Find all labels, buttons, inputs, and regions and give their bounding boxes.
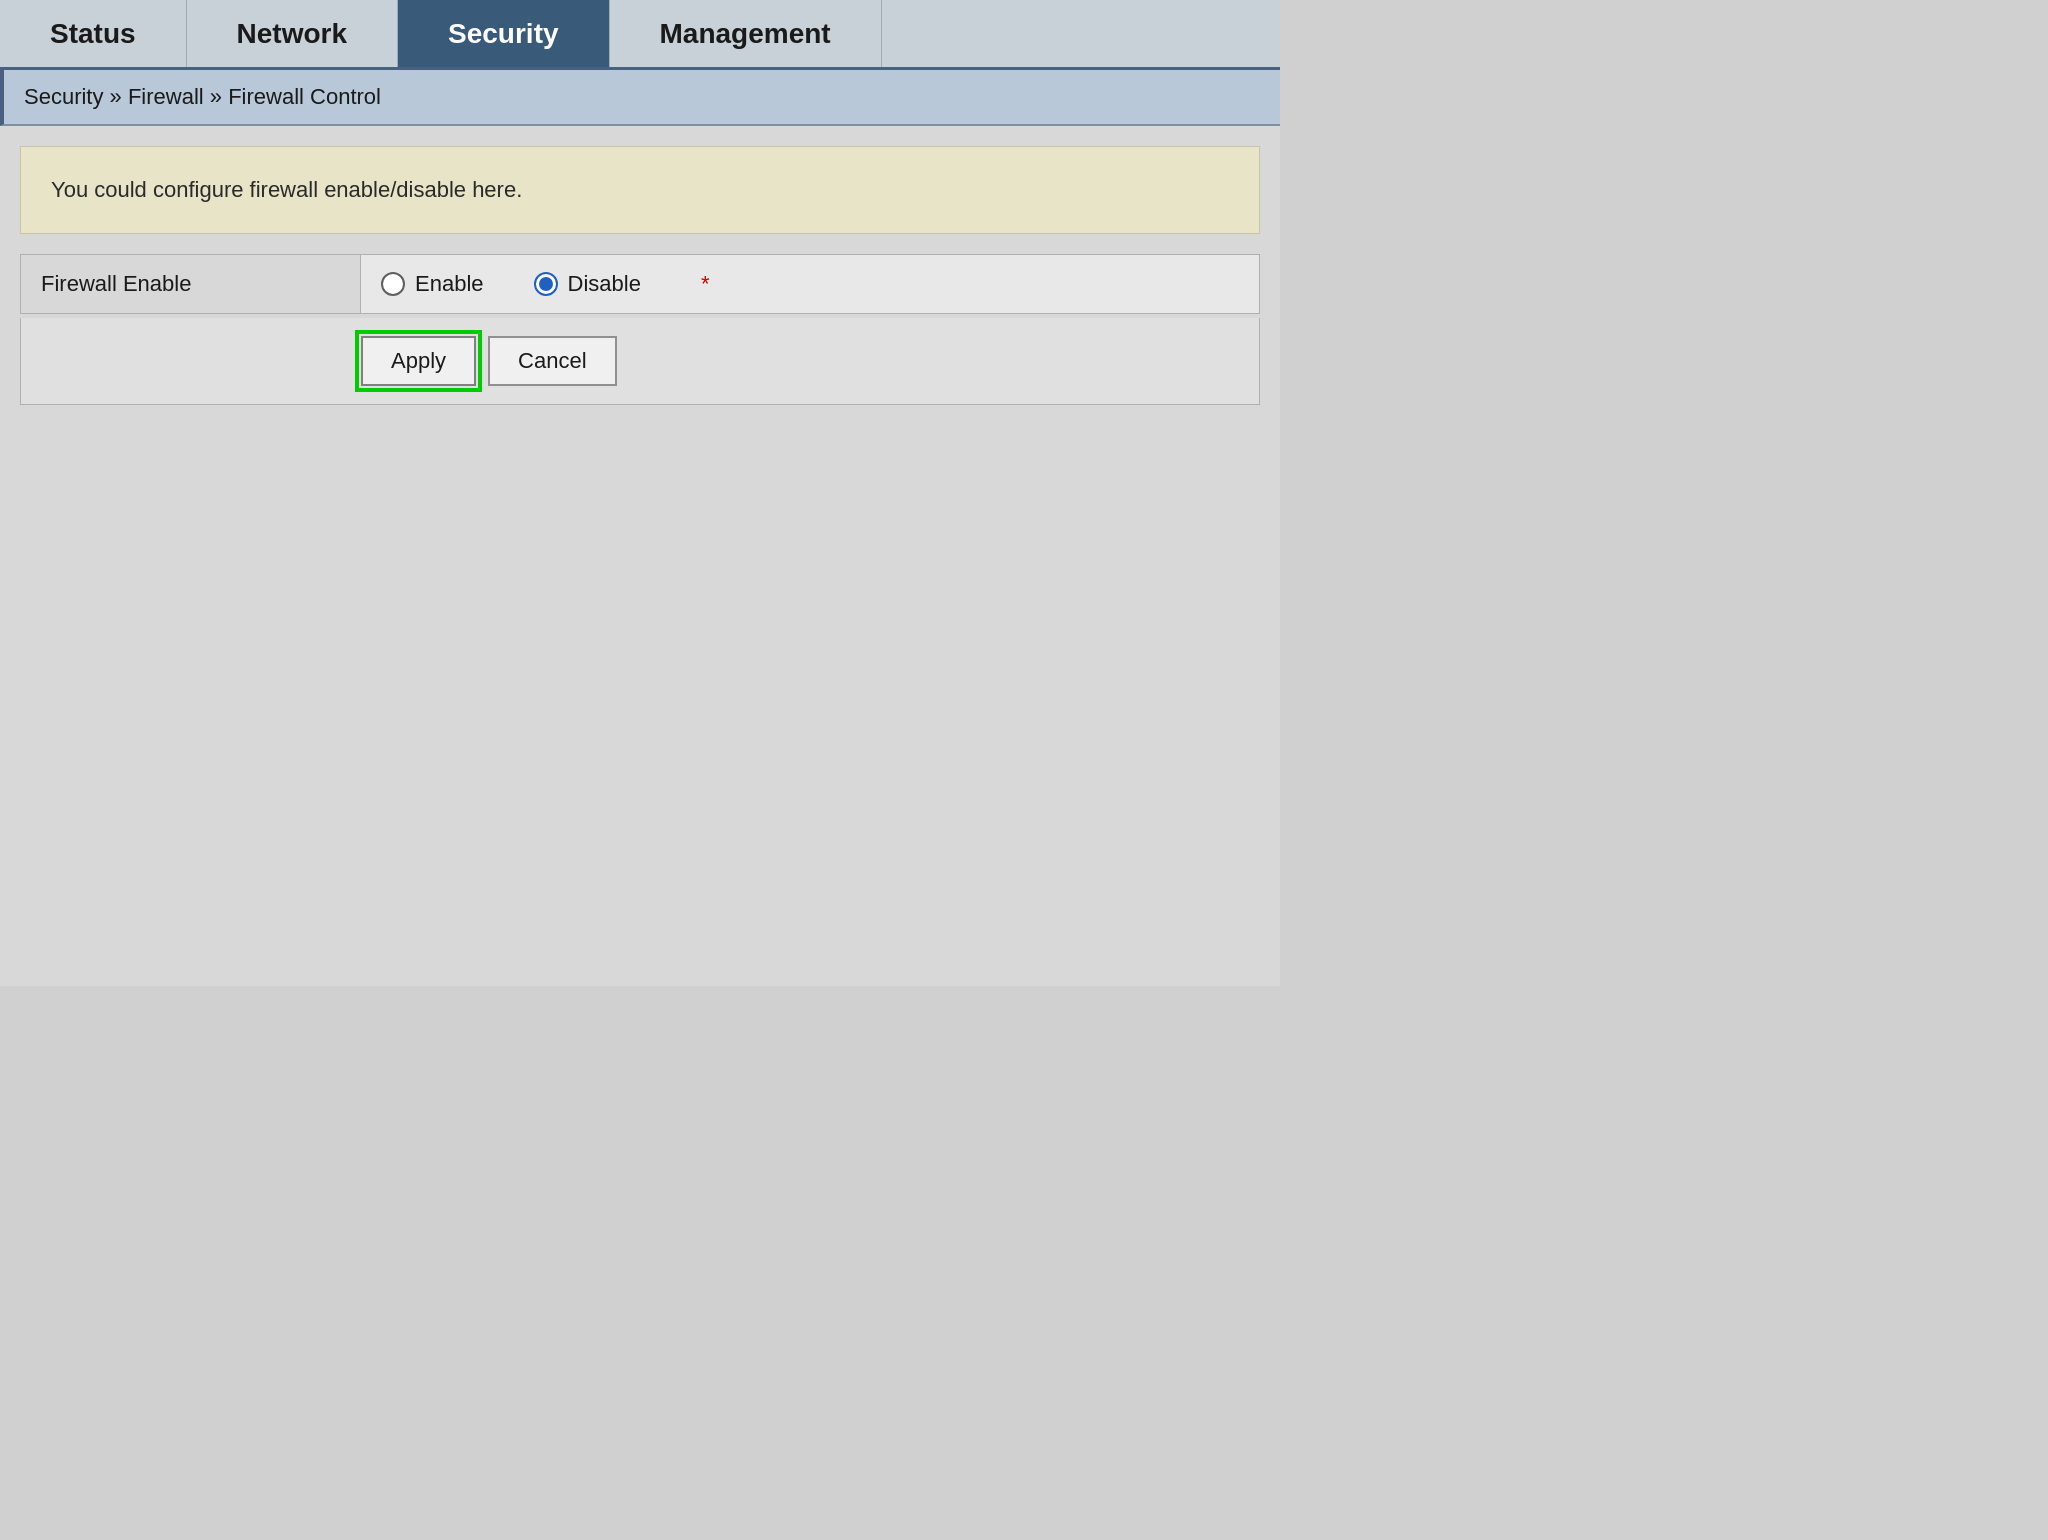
- required-indicator: *: [701, 271, 710, 297]
- tab-status[interactable]: Status: [0, 0, 187, 67]
- nav-bar: Status Network Security Management: [0, 0, 1280, 70]
- disable-radio[interactable]: [534, 272, 558, 296]
- tab-management[interactable]: Management: [610, 0, 882, 67]
- tab-network[interactable]: Network: [187, 0, 398, 67]
- disable-label: Disable: [568, 271, 641, 297]
- disable-option[interactable]: Disable: [534, 271, 641, 297]
- apply-button[interactable]: Apply: [361, 336, 476, 386]
- table-row: Firewall Enable Enable Disable *: [21, 255, 1260, 314]
- cancel-button[interactable]: Cancel: [488, 336, 616, 386]
- form-table: Firewall Enable Enable Disable *: [20, 254, 1260, 314]
- radio-group: Enable Disable *: [381, 271, 1239, 297]
- enable-radio[interactable]: [381, 272, 405, 296]
- buttons-row: Apply Cancel: [20, 318, 1260, 405]
- enable-option[interactable]: Enable: [381, 271, 484, 297]
- info-box: You could configure firewall enable/disa…: [20, 146, 1260, 234]
- firewall-enable-value: Enable Disable *: [361, 255, 1260, 314]
- breadcrumb: Security » Firewall » Firewall Control: [0, 70, 1280, 126]
- enable-label: Enable: [415, 271, 484, 297]
- main-content: You could configure firewall enable/disa…: [0, 126, 1280, 986]
- firewall-enable-label: Firewall Enable: [21, 255, 361, 314]
- tab-security[interactable]: Security: [398, 0, 610, 67]
